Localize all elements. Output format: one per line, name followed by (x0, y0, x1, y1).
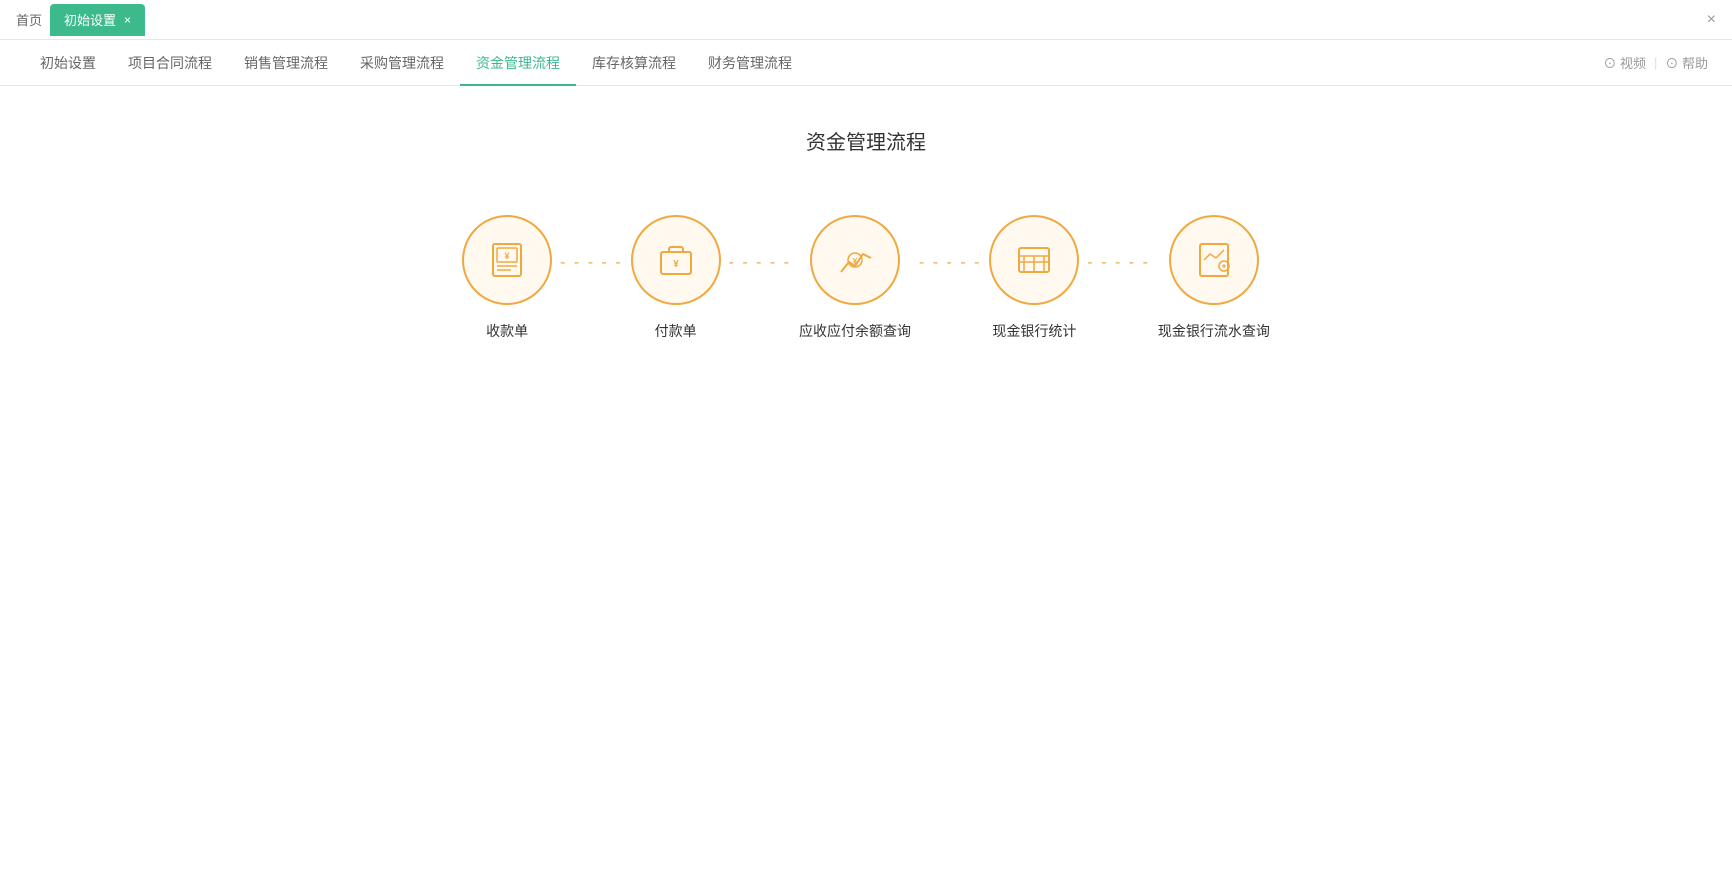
connector-3: - - - - - (911, 254, 989, 302)
nav-item-caiwu[interactable]: 财务管理流程 (692, 40, 808, 86)
flow-item-liushui[interactable]: 现金银行流水查询 (1158, 215, 1270, 341)
page-title: 资金管理流程 (806, 126, 926, 155)
report-yuan-icon (1192, 238, 1236, 282)
dots-3: - - - - - (919, 254, 981, 272)
svg-text:¥: ¥ (853, 257, 858, 266)
connector-2: - - - - - (721, 254, 799, 302)
nav-item-xiangmu[interactable]: 项目合同流程 (112, 40, 228, 86)
flow-container: ¥ 收款单 - - - - - ¥ 付款单 - - (422, 215, 1310, 341)
nav-bar: 初始设置 项目合同流程 销售管理流程 采购管理流程 资金管理流程 库存核算流程 … (0, 40, 1732, 86)
svg-text:¥: ¥ (673, 259, 679, 270)
window-controls: × (1707, 11, 1716, 29)
receipt-yuan-icon: ¥ (485, 238, 529, 282)
flow-circle-liushui (1169, 215, 1259, 305)
svg-text:¥: ¥ (505, 251, 510, 261)
dots-2: - - - - - (729, 254, 791, 272)
flow-circle-yingshou: ¥ (810, 215, 900, 305)
nav-item-zijin[interactable]: 资金管理流程 (460, 40, 576, 86)
nav-item-kucun[interactable]: 库存核算流程 (576, 40, 692, 86)
tab-close-icon[interactable]: × (124, 13, 131, 27)
connector-1: - - - - - (552, 254, 630, 302)
nav-divider: | (1654, 55, 1657, 70)
flow-label-yingshou: 应收应付余额查询 (799, 321, 911, 341)
flow-item-shoukuan[interactable]: ¥ 收款单 (462, 215, 552, 341)
nav-item-chushi[interactable]: 初始设置 (24, 40, 112, 86)
dots-1: - - - - - (560, 254, 622, 272)
help-link[interactable]: ⊙ 帮助 (1665, 53, 1708, 72)
connector-4: - - - - - (1079, 254, 1157, 302)
nav-right-actions: ⊙ 视频 | ⊙ 帮助 (1603, 53, 1708, 72)
nav-item-xiaoshou[interactable]: 销售管理流程 (228, 40, 344, 86)
flow-circle-xianjin (989, 215, 1079, 305)
main-content: 资金管理流程 ¥ 收款单 - - - - - (0, 86, 1732, 381)
top-bar: 首页 初始设置 × × (0, 0, 1732, 40)
home-tab[interactable]: 首页 (16, 10, 42, 29)
briefcase-yuan-icon: ¥ (654, 238, 698, 282)
active-tab[interactable]: 初始设置 × (50, 4, 145, 36)
flow-item-yingshou[interactable]: ¥ 应收应付余额查询 (799, 215, 911, 341)
bank-lines-icon (1012, 238, 1056, 282)
window-close-icon[interactable]: × (1707, 11, 1716, 29)
chart-yuan-icon: ¥ (833, 238, 877, 282)
dots-4: - - - - - (1087, 254, 1149, 272)
flow-label-liushui: 现金银行流水查询 (1158, 321, 1270, 341)
flow-item-fukuan[interactable]: ¥ 付款单 (631, 215, 721, 341)
nav-item-caigou[interactable]: 采购管理流程 (344, 40, 460, 86)
flow-label-fukuan: 付款单 (655, 321, 697, 341)
video-link[interactable]: ⊙ 视频 (1603, 53, 1646, 72)
flow-label-shoukuan: 收款单 (486, 321, 528, 341)
flow-circle-fukuan: ¥ (631, 215, 721, 305)
flow-item-xianjin[interactable]: 现金银行统计 (989, 215, 1079, 341)
flow-label-xianjin: 现金银行统计 (992, 321, 1076, 341)
active-tab-label: 初始设置 (64, 10, 116, 29)
flow-circle-shoukuan: ¥ (462, 215, 552, 305)
